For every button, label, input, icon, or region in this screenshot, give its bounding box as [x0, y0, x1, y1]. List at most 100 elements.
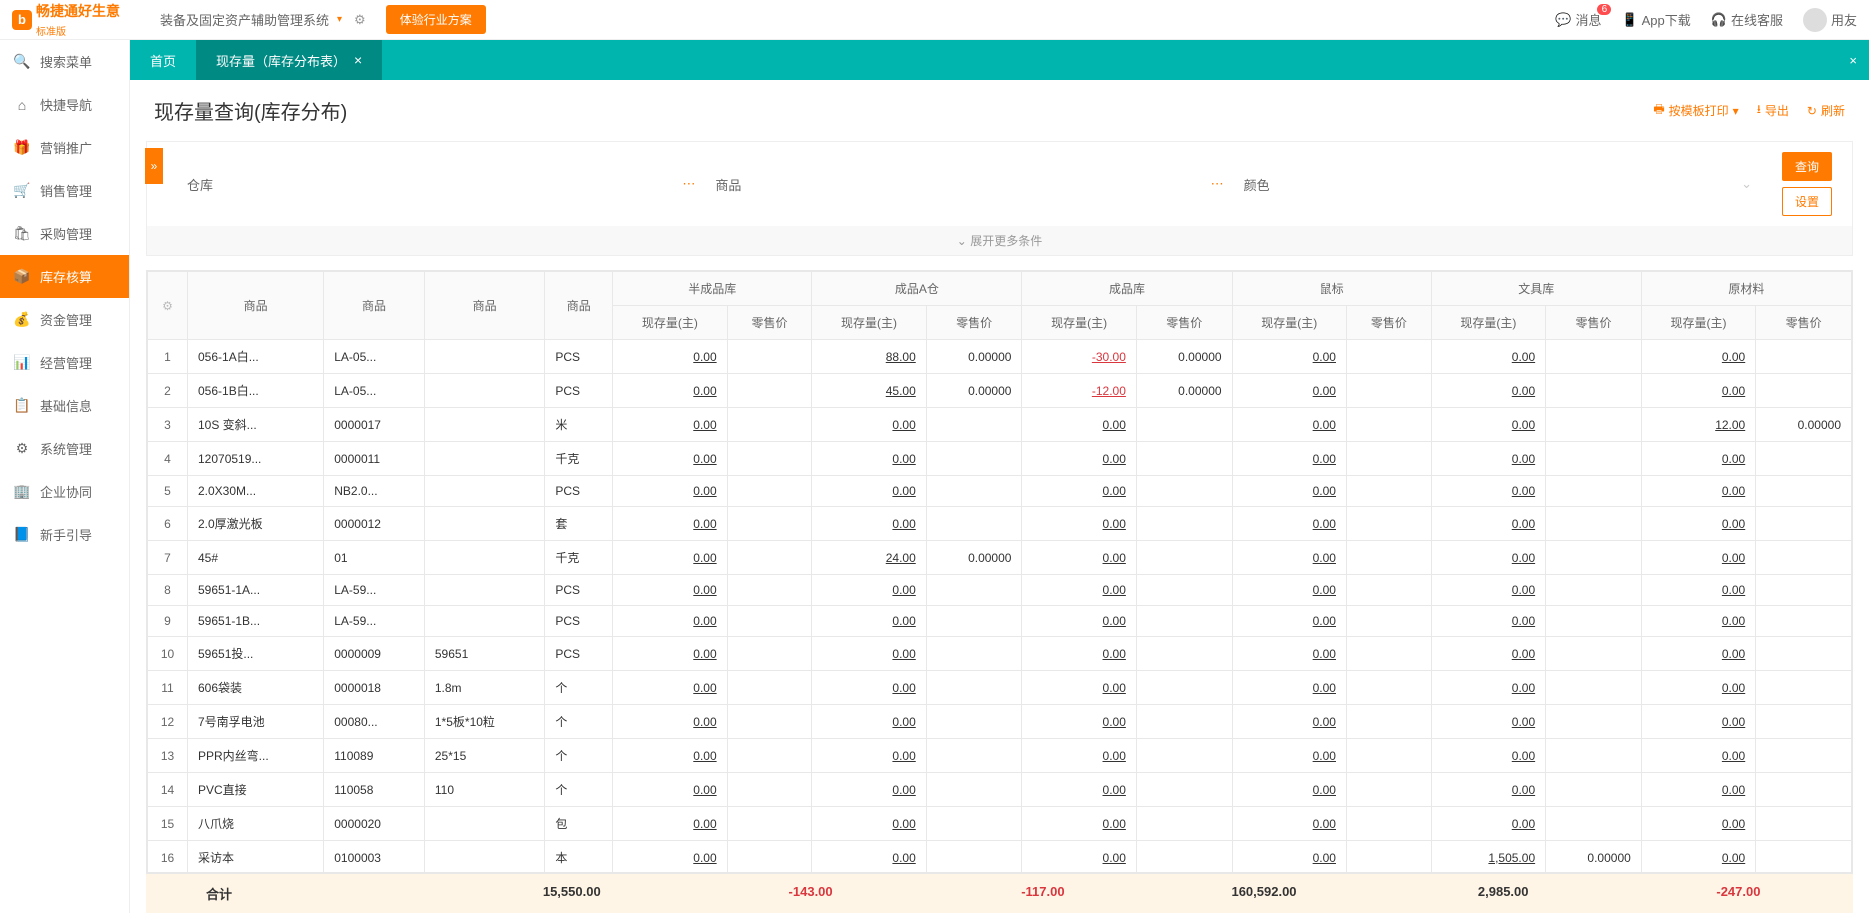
- col-qty[interactable]: 现存量(主): [1232, 306, 1346, 340]
- cell-qty[interactable]: 0.00: [1232, 637, 1346, 671]
- cell-qty[interactable]: 0.00: [812, 671, 926, 705]
- cell-qty[interactable]: 0.00: [1431, 374, 1545, 408]
- cell-qty[interactable]: 0.00: [613, 841, 727, 874]
- cell-qty[interactable]: 0.00: [1022, 705, 1136, 739]
- cell-qty[interactable]: 0.00: [1232, 739, 1346, 773]
- plan-button[interactable]: 体验行业方案: [386, 5, 486, 34]
- cell-qty[interactable]: 0.00: [1022, 671, 1136, 705]
- product-picker-icon[interactable]: ⋯: [1211, 176, 1224, 192]
- cell-qty[interactable]: 0.00: [1431, 442, 1545, 476]
- cell-qty[interactable]: 0.00: [812, 841, 926, 874]
- collapse-filter-button[interactable]: »: [145, 148, 163, 184]
- cell-qty[interactable]: 0.00: [1431, 671, 1545, 705]
- col-warehouse[interactable]: 鼠标: [1232, 272, 1431, 306]
- cell-qty[interactable]: 0.00: [1641, 807, 1755, 841]
- cell-qty[interactable]: 1,505.00: [1431, 841, 1545, 874]
- sidebar-item-4[interactable]: 📦库存核算: [0, 255, 129, 298]
- tab-inventory[interactable]: 现存量（库存分布表） ×: [196, 40, 382, 80]
- col-warehouse[interactable]: 成品A仓: [812, 272, 1022, 306]
- col-price[interactable]: 零售价: [1346, 306, 1431, 340]
- cell-qty[interactable]: 0.00: [1232, 507, 1346, 541]
- cell-qty[interactable]: 0.00: [1641, 476, 1755, 507]
- cell-qty[interactable]: 0.00: [1431, 476, 1545, 507]
- print-button[interactable]: 🖶 按模板打印 ▾: [1653, 100, 1738, 121]
- settings-gear-icon[interactable]: ⚙: [354, 12, 366, 28]
- service-link[interactable]: 🎧 在线客服: [1711, 10, 1783, 29]
- cell-qty[interactable]: 0.00: [1641, 340, 1755, 374]
- cell-qty[interactable]: 0.00: [613, 408, 727, 442]
- cell-qty[interactable]: 0.00: [812, 507, 926, 541]
- col-product[interactable]: 商品: [188, 272, 324, 340]
- col-price[interactable]: 零售价: [926, 306, 1022, 340]
- search-menu[interactable]: 🔍 搜索菜单: [0, 40, 129, 83]
- cell-qty[interactable]: 0.00: [1232, 705, 1346, 739]
- cell-qty[interactable]: 0.00: [613, 476, 727, 507]
- export-button[interactable]: ⭳ 导出: [1757, 100, 1789, 121]
- cell-qty[interactable]: 0.00: [1431, 408, 1545, 442]
- cell-qty[interactable]: 0.00: [1232, 671, 1346, 705]
- cell-qty[interactable]: 0.00: [613, 637, 727, 671]
- sidebar-item-6[interactable]: 📊经营管理: [0, 341, 129, 384]
- cell-qty[interactable]: 0.00: [1641, 606, 1755, 637]
- cell-qty[interactable]: 0.00: [1431, 606, 1545, 637]
- cell-qty[interactable]: 0.00: [1022, 807, 1136, 841]
- cell-qty[interactable]: 0.00: [812, 739, 926, 773]
- cell-qty[interactable]: 0.00: [812, 637, 926, 671]
- cell-qty[interactable]: 0.00: [1232, 807, 1346, 841]
- sidebar-item-9[interactable]: 🏢企业协同: [0, 470, 129, 513]
- sidebar-item-7[interactable]: 📋基础信息: [0, 384, 129, 427]
- cell-qty[interactable]: 12.00: [1641, 408, 1755, 442]
- cell-qty[interactable]: 0.00: [1431, 340, 1545, 374]
- cell-qty[interactable]: 0.00: [812, 476, 926, 507]
- cell-qty[interactable]: 0.00: [613, 507, 727, 541]
- col-price[interactable]: 零售价: [1756, 306, 1852, 340]
- sidebar-item-8[interactable]: ⚙系统管理: [0, 427, 129, 470]
- cell-qty[interactable]: 0.00: [1022, 841, 1136, 874]
- cell-qty[interactable]: 0.00: [1431, 541, 1545, 575]
- cell-qty[interactable]: 0.00: [1641, 637, 1755, 671]
- cell-qty[interactable]: 0.00: [1232, 442, 1346, 476]
- cell-qty[interactable]: 45.00: [812, 374, 926, 408]
- cell-qty[interactable]: 24.00: [812, 541, 926, 575]
- sidebar-item-2[interactable]: 🛒销售管理: [0, 169, 129, 212]
- cell-qty[interactable]: 0.00: [1431, 807, 1545, 841]
- cell-qty[interactable]: 0.00: [1431, 773, 1545, 807]
- col-warehouse[interactable]: 原材料: [1641, 272, 1851, 306]
- cell-qty[interactable]: 0.00: [1232, 408, 1346, 442]
- cell-qty[interactable]: 0.00: [613, 705, 727, 739]
- system-caret-icon[interactable]: ▾: [337, 14, 342, 25]
- cell-qty[interactable]: 0.00: [1431, 637, 1545, 671]
- refresh-button[interactable]: ↻ 刷新: [1807, 100, 1845, 121]
- sidebar-item-5[interactable]: 💰资金管理: [0, 298, 129, 341]
- cell-qty[interactable]: 0.00: [812, 807, 926, 841]
- sidebar-item-0[interactable]: ⌂快捷导航: [0, 83, 129, 126]
- col-product[interactable]: 商品: [324, 272, 425, 340]
- filter-color-input[interactable]: [1296, 170, 1729, 198]
- cell-qty[interactable]: 0.00: [1022, 739, 1136, 773]
- cell-qty[interactable]: 0.00: [1431, 507, 1545, 541]
- cell-qty[interactable]: 0.00: [613, 575, 727, 606]
- cell-qty[interactable]: -12.00: [1022, 374, 1136, 408]
- col-warehouse[interactable]: 半成品库: [613, 272, 812, 306]
- cell-qty[interactable]: 0.00: [1641, 541, 1755, 575]
- app-download-link[interactable]: 📱 App下载: [1621, 10, 1690, 29]
- cell-qty[interactable]: 0.00: [1022, 575, 1136, 606]
- col-qty[interactable]: 现存量(主): [812, 306, 926, 340]
- cell-qty[interactable]: 0.00: [1232, 476, 1346, 507]
- filter-product-input[interactable]: [767, 170, 1198, 198]
- cell-qty[interactable]: 0.00: [1641, 507, 1755, 541]
- cell-qty[interactable]: 88.00: [812, 340, 926, 374]
- cell-qty[interactable]: 0.00: [1232, 606, 1346, 637]
- cell-qty[interactable]: 0.00: [613, 374, 727, 408]
- messages-link[interactable]: 💬 消息 6: [1555, 10, 1601, 29]
- filter-warehouse-input[interactable]: [239, 170, 670, 198]
- sidebar-item-1[interactable]: 🎁营销推广: [0, 126, 129, 169]
- system-name[interactable]: 装备及固定资产辅助管理系统: [160, 10, 329, 29]
- col-price[interactable]: 零售价: [1546, 306, 1642, 340]
- cell-qty[interactable]: 0.00: [1022, 408, 1136, 442]
- settings-button[interactable]: 设置: [1782, 187, 1832, 216]
- cell-qty[interactable]: 0.00: [812, 705, 926, 739]
- cell-qty[interactable]: 0.00: [812, 575, 926, 606]
- sidebar-item-10[interactable]: 📘新手引导: [0, 513, 129, 556]
- tab-close-icon[interactable]: ×: [354, 52, 362, 68]
